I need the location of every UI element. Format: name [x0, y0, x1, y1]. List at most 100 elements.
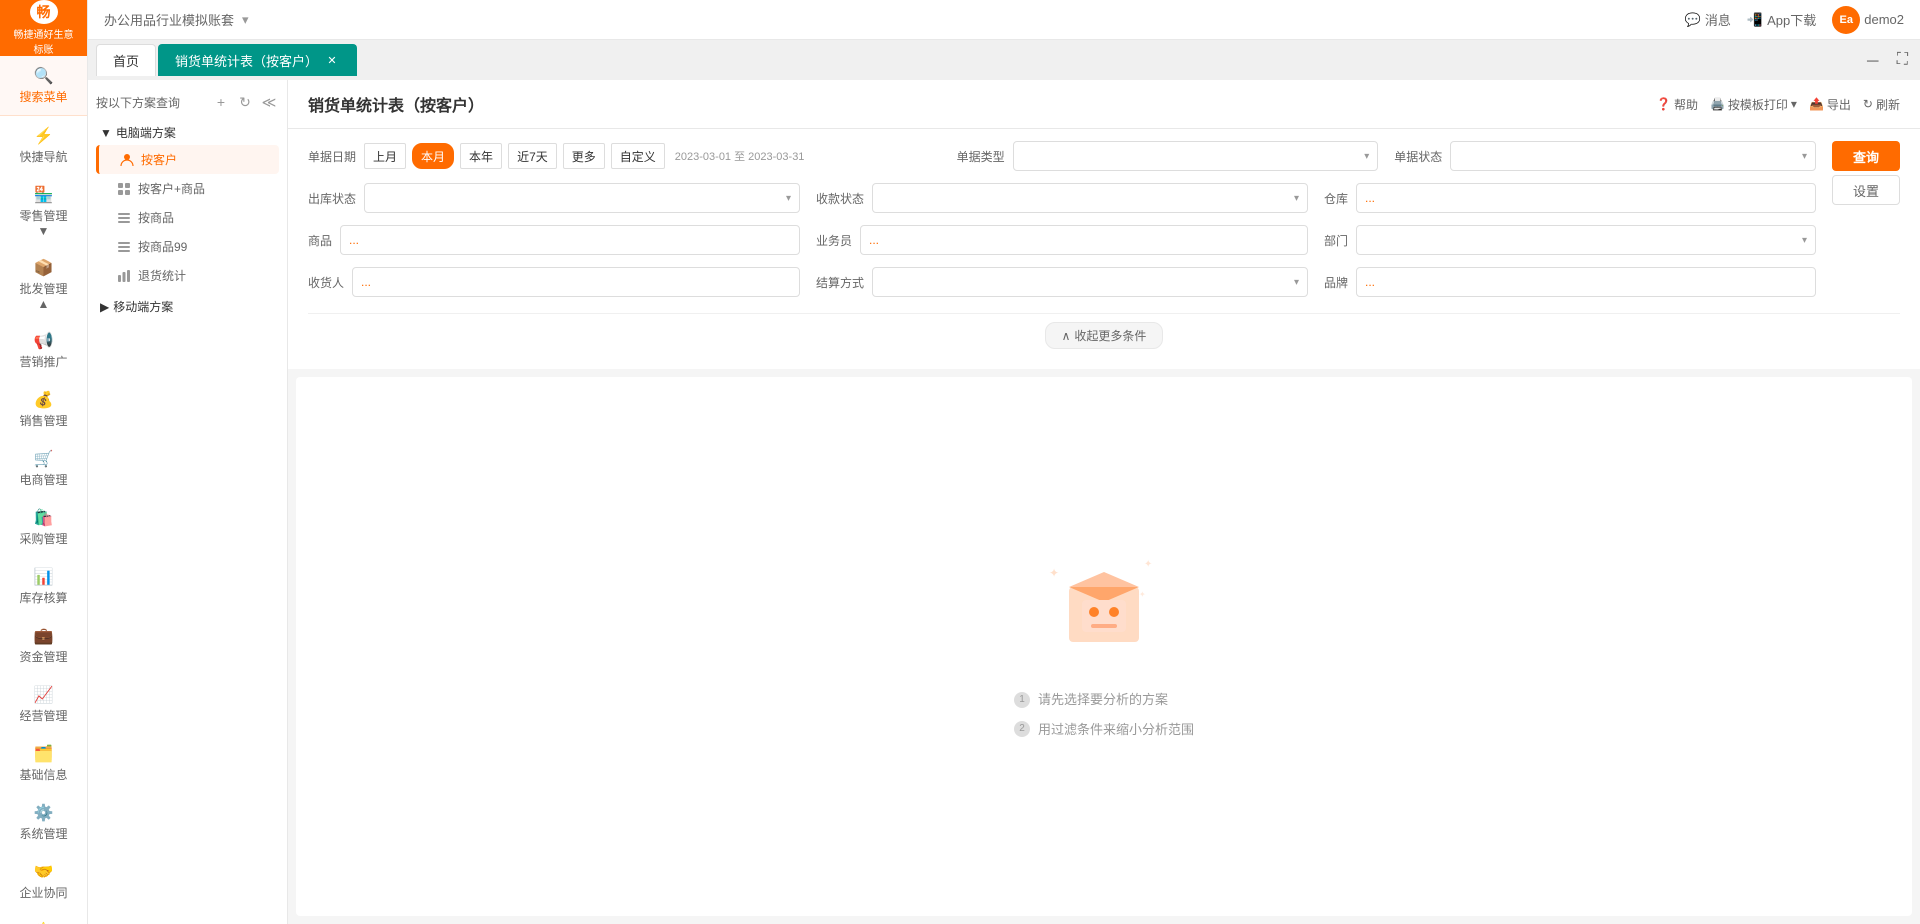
- scheme-panel-title: 按以下方案查询: [96, 94, 180, 111]
- list99-icon: [116, 239, 132, 255]
- product-label: 商品: [308, 232, 332, 249]
- scheme-item-by-customer[interactable]: 按客户: [96, 145, 279, 174]
- scheme-group-arrow-mobile: ▶: [100, 300, 109, 314]
- refresh-btn[interactable]: ↻ 刷新: [1863, 96, 1900, 113]
- expand-icon2: ▲: [4, 297, 84, 311]
- export-icon: 📤: [1809, 97, 1824, 111]
- date-btn-last7[interactable]: 近7天: [508, 143, 557, 169]
- tip-num-1: 1: [1014, 692, 1030, 708]
- sidebar-item-sales[interactable]: 💰 销售管理: [0, 380, 88, 439]
- date-btn-more[interactable]: 更多: [563, 143, 605, 169]
- sidebar-item-inventory[interactable]: 📊 库存核算: [0, 557, 88, 616]
- receiver-select[interactable]: ...: [352, 267, 800, 297]
- message-btn[interactable]: 💬 消息: [1685, 10, 1731, 29]
- page-header-top: 销货单统计表（按客户） ❓ 帮助 🖨️ 按模板打印 ▾ 📤: [308, 92, 1900, 128]
- print-btn[interactable]: 🖨️ 按模板打印 ▾: [1710, 96, 1797, 113]
- sidebar-quicknav-label: 快捷导航: [4, 148, 84, 165]
- settlement-item: 结算方式 ▾: [816, 267, 1308, 297]
- brand-select[interactable]: ...: [1356, 267, 1816, 297]
- warehouse-select[interactable]: ...: [1356, 183, 1816, 213]
- sales-icon: 💰: [4, 390, 84, 410]
- print-icon: 🖨️: [1710, 97, 1725, 111]
- date-btn-custom[interactable]: 自定义: [611, 143, 665, 169]
- scheme-group-mobile-header[interactable]: ▶ 移动端方案: [96, 294, 279, 319]
- tab-home-label: 首页: [113, 51, 139, 70]
- empty-state: ✦ ✦ ✦ 1 请先选择要分析的方案 2 用过滤条件来缩小分析范围: [296, 377, 1912, 916]
- sidebar-item-quicknav[interactable]: ⚡ 快捷导航: [0, 116, 88, 175]
- scheme-panel: 按以下方案查询 + ↻ ≪ ▼ 电脑端方案 按客户: [88, 80, 288, 924]
- export-btn[interactable]: 📤 导出: [1809, 96, 1851, 113]
- tab-minimize-btn[interactable]: －: [1861, 44, 1885, 76]
- scheme-add-btn[interactable]: +: [211, 92, 231, 112]
- settings-button[interactable]: 设置: [1832, 175, 1900, 205]
- product-placeholder: ...: [349, 233, 359, 247]
- user-profile[interactable]: Ea demo2: [1832, 6, 1904, 34]
- sidebar-item-retail[interactable]: 🏪 零售管理 ▼: [0, 175, 88, 248]
- sidebar-operations-label: 经营管理: [4, 707, 84, 724]
- bill-status-select[interactable]: ▾: [1450, 141, 1816, 171]
- grid-icon: [116, 181, 132, 197]
- app-download-btn[interactable]: 📲 App下载: [1747, 10, 1816, 29]
- scheme-item-by-product[interactable]: 按商品: [96, 203, 279, 232]
- message-icon: 💬: [1685, 12, 1701, 28]
- logo-icon: 畅: [30, 0, 58, 24]
- sidebar-item-system[interactable]: ⚙️ 系统管理: [0, 793, 88, 852]
- topbar: 办公用品行业模拟账套 ▾ 💬 消息 📲 App下载 Ea demo2: [88, 0, 1920, 40]
- sidebar-marketing-label: 营销推广: [4, 353, 84, 370]
- refresh-icon: ↻: [1863, 97, 1873, 111]
- sidebar-item-operations[interactable]: 📈 经营管理: [0, 675, 88, 734]
- tab-home[interactable]: 首页: [96, 44, 156, 76]
- tab-maximize-btn[interactable]: ⛶: [1893, 44, 1912, 76]
- empty-illustration: ✦ ✦ ✦: [1044, 552, 1164, 652]
- scheme-group-pc-header[interactable]: ▼ 电脑端方案: [96, 120, 279, 145]
- sidebar-item-purchase[interactable]: 🛍️ 采购管理: [0, 498, 88, 557]
- sidebar-item-newguide[interactable]: 🌟 新手引导: [0, 911, 88, 924]
- filter-row-wrapper: 单据日期 上月 本月 本年 近7天 更多 自定义 2023-03-01 至 20…: [308, 141, 1900, 309]
- sidebar-item-basic[interactable]: 🗂️ 基础信息: [0, 734, 88, 793]
- filter-row-3: 商品 ... 业务员 ...: [308, 225, 1816, 255]
- receive-status-label: 收款状态: [816, 190, 864, 207]
- svg-text:✦: ✦: [1139, 590, 1146, 599]
- product-select[interactable]: ...: [340, 225, 800, 255]
- out-status-select[interactable]: ▾: [364, 183, 800, 213]
- scheme-item-by-customer-product[interactable]: 按客户+商品: [96, 174, 279, 203]
- settlement-label: 结算方式: [816, 274, 864, 291]
- query-button[interactable]: 查询: [1832, 141, 1900, 171]
- sidebar-item-finance[interactable]: 💼 资金管理: [0, 616, 88, 675]
- username-label: demo2: [1864, 12, 1904, 27]
- sidebar-item-search[interactable]: 🔍 搜索菜单: [0, 56, 88, 116]
- cooperation-icon: 🤝: [4, 862, 84, 882]
- sidebar-item-cooperation[interactable]: 🤝 企业协同: [0, 852, 88, 911]
- receive-status-select[interactable]: ▾: [872, 183, 1308, 213]
- date-btn-last-month[interactable]: 上月: [364, 143, 406, 169]
- sidebar-item-marketing[interactable]: 📢 营销推广: [0, 321, 88, 380]
- expand-icon: ▼: [4, 224, 84, 238]
- date-btn-this-month[interactable]: 本月: [412, 143, 454, 169]
- salesperson-select[interactable]: ...: [860, 225, 1308, 255]
- settlement-select[interactable]: ▾: [872, 267, 1308, 297]
- department-arrow: ▾: [1802, 235, 1807, 246]
- scheme-item-return-stats[interactable]: 退货统计: [96, 261, 279, 290]
- scheme-group-mobile-label: 移动端方案: [113, 298, 173, 315]
- scheme-collapse-btn[interactable]: ≪: [259, 92, 279, 112]
- scheme-item-by-product99[interactable]: 按商品99: [96, 232, 279, 261]
- department-select[interactable]: ▾: [1356, 225, 1816, 255]
- collapse-more-btn[interactable]: ∧ 收起更多条件: [1045, 322, 1164, 349]
- tab-close-btn[interactable]: ✕: [324, 53, 340, 69]
- tab-sales-stats[interactable]: 销货单统计表（按客户） ✕: [158, 44, 357, 76]
- svg-text:✦: ✦: [1049, 566, 1059, 580]
- scheme-group-label: 电脑端方案: [116, 124, 176, 141]
- bill-type-select[interactable]: ▾: [1013, 141, 1379, 171]
- department-item: 部门 ▾: [1324, 225, 1816, 255]
- topbar-dropdown-icon[interactable]: ▾: [242, 12, 249, 28]
- chart-icon: [116, 268, 132, 284]
- date-btn-this-year[interactable]: 本年: [460, 143, 502, 169]
- help-link[interactable]: ❓ 帮助: [1656, 96, 1698, 113]
- marketing-icon: 📢: [4, 331, 84, 351]
- scheme-refresh-btn[interactable]: ↻: [235, 92, 255, 112]
- sidebar-item-ecommerce[interactable]: 🛒 电商管理: [0, 439, 88, 498]
- scheme-item-label: 按商品99: [138, 238, 187, 255]
- filter-row-1: 单据日期 上月 本月 本年 近7天 更多 自定义 2023-03-01 至 20…: [308, 141, 1816, 171]
- sidebar-item-wholesale[interactable]: 📦 批发管理 ▲: [0, 248, 88, 321]
- inventory-icon: 📊: [4, 567, 84, 587]
